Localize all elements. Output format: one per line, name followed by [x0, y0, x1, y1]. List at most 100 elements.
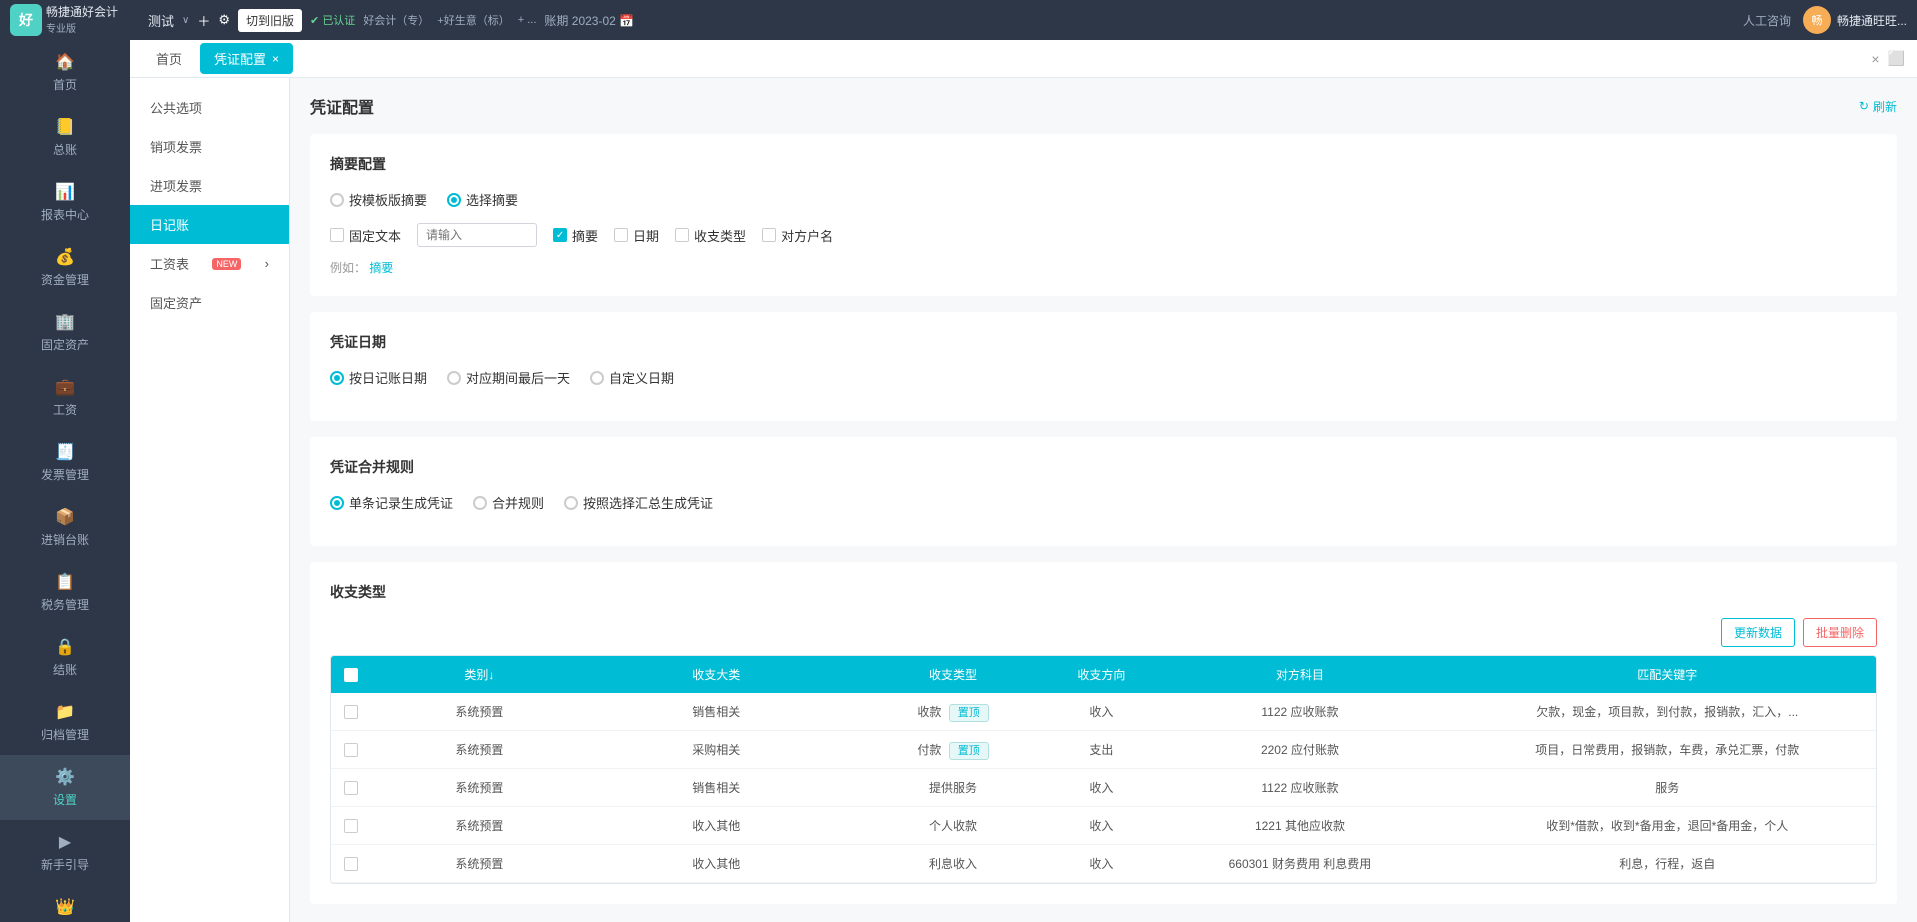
row2-checkbox[interactable]	[344, 781, 358, 795]
radio-template[interactable]: 按模板版摘要	[330, 190, 427, 209]
home-icon: 🏠	[55, 52, 75, 72]
checkbox-summary[interactable]: ✓ 摘要	[553, 226, 598, 245]
row1-check[interactable]	[331, 733, 371, 767]
sidebar-item-ledger[interactable]: 📒 总账	[0, 105, 130, 170]
sidebar-item-invoice[interactable]: 🧾 发票管理	[0, 430, 130, 495]
row2-check[interactable]	[331, 771, 371, 805]
radio-summary-generate[interactable]: 按照选择汇总生成凭证	[564, 493, 713, 512]
funds-icon: 💰	[55, 247, 75, 267]
row1-keyword: 项目，日常费用，报销款，车费，承兑汇票，付款	[1459, 731, 1877, 768]
sidebar-item-tax[interactable]: 📋 税务管理	[0, 560, 130, 625]
table-row: 系统预置 收入其他 利息收入 收入 660301 财务费用 利息费用 利息，行程…	[331, 845, 1876, 883]
th-keyword: 匹配关键字	[1459, 656, 1877, 693]
radio-single-label: 单条记录生成凭证	[349, 493, 453, 512]
add-icon[interactable]: ＋	[197, 11, 210, 30]
switch-version-btn[interactable]: 切到旧版	[238, 9, 302, 32]
sidebar-item-archive[interactable]: 📁 归档管理	[0, 690, 130, 755]
row1-type: 付款 置顶	[845, 731, 1062, 768]
window-maximize-btn[interactable]: ⬜	[1888, 50, 1905, 67]
certified-tag: ✔ 已认证	[310, 12, 355, 28]
voucher-date-radio-group: 按日记账日期 对应期间最后一天 自定义日期	[330, 368, 1877, 387]
type-checkbox-label: 收支类型	[694, 226, 746, 245]
row4-check[interactable]	[331, 847, 371, 881]
radio-custom-date[interactable]: 自定义日期	[590, 368, 674, 387]
sidebar-item-reports[interactable]: 📊 报表中心	[0, 170, 130, 235]
radio-single[interactable]: 单条记录生成凭证	[330, 493, 453, 512]
topbar-center: 测试 ∨ ＋ ⚙ 切到旧版 ✔ 已认证 好会计（专） +好生意（标） + ...…	[148, 9, 1735, 32]
summary-radio-group: 按模板版摘要 选择摘要	[330, 190, 1877, 209]
config-sidebar-salary-sheet[interactable]: 工资表 NEW ›	[130, 244, 289, 283]
sidebar-item-member[interactable]: 👑 畅会员	[0, 885, 130, 922]
sidebar-item-home[interactable]: 🏠 首页	[0, 40, 130, 105]
radio-journal-date[interactable]: 按日记账日期	[330, 368, 427, 387]
refresh-btn[interactable]: ↻ 刷新	[1859, 98, 1897, 115]
config-sidebar-sales[interactable]: 销项发票	[130, 127, 289, 166]
checkbox-date[interactable]: 日期	[614, 226, 659, 245]
table-row: 系统预置 销售相关 提供服务 收入 1122 应收账款 服务	[331, 769, 1876, 807]
date-checkbox-box[interactable]	[614, 228, 628, 242]
config-sidebar-sales-label: 销项发票	[150, 137, 202, 156]
type-checkbox-box[interactable]	[675, 228, 689, 242]
window-close-btn[interactable]: ×	[1871, 51, 1879, 67]
row0-checkbox[interactable]	[344, 705, 358, 719]
fixed-text-checkbox[interactable]	[330, 228, 344, 242]
settings-icon[interactable]: ⚙	[218, 12, 230, 28]
fixed-text-input[interactable]	[417, 223, 537, 247]
config-sidebar-purchase-inv[interactable]: 进项发票	[130, 166, 289, 205]
tab-close-icon[interactable]: ×	[272, 52, 279, 66]
row2-type: 提供服务	[845, 769, 1062, 806]
table-row: 系统预置 销售相关 收款 置顶 收入 1122 应收账款 欠款，现金，项目款，到…	[331, 693, 1876, 731]
th-check[interactable]: ✓	[331, 658, 371, 692]
sidebar-item-guide[interactable]: ▶ 新手引导	[0, 820, 130, 885]
checkbox-counterpart[interactable]: 对方户名	[762, 226, 833, 245]
radio-single-circle	[330, 496, 344, 510]
config-sidebar-fixed-assets-label: 固定资产	[150, 293, 202, 312]
checkbox-fixed-text[interactable]: 固定文本	[330, 226, 401, 245]
page-title: 凭证配置	[310, 94, 374, 118]
sidebar-item-salary[interactable]: 💼 工资	[0, 365, 130, 430]
topbar-right: 人工咨询 畅 畅捷通旺旺...	[1743, 6, 1907, 34]
counterpart-checkbox-label: 对方户名	[781, 226, 833, 245]
tab-bar-right: × ⬜	[1871, 50, 1905, 67]
new-badge: NEW	[212, 258, 241, 270]
sidebar-label-reports: 报表中心	[41, 206, 89, 223]
row3-check[interactable]	[331, 809, 371, 843]
period-label: 账期 2023-02 📅	[544, 12, 634, 29]
income-expense-section: 收支类型 更新数据 批量删除 ✓ 类别↓	[310, 562, 1897, 904]
radio-select[interactable]: 选择摘要	[447, 190, 518, 209]
row3-keyword: 收到*借款，收到*备用金，退回*备用金，个人	[1459, 807, 1877, 844]
member-icon: 👑	[55, 897, 75, 917]
radio-period-last[interactable]: 对应期间最后一天	[447, 368, 570, 387]
sidebar-label-guide: 新手引导	[41, 856, 89, 873]
salary-icon: 💼	[55, 377, 75, 397]
config-sidebar-public[interactable]: 公共选项	[130, 88, 289, 127]
config-sidebar-journal[interactable]: 日记账	[130, 205, 289, 244]
row4-checkbox[interactable]	[344, 857, 358, 871]
sidebar-item-funds[interactable]: 💰 资金管理	[0, 235, 130, 300]
tab-voucher-config[interactable]: 凭证配置 ×	[200, 43, 293, 74]
batch-delete-btn[interactable]: 批量删除	[1803, 618, 1877, 647]
row0-check[interactable]	[331, 695, 371, 729]
main-panel: 凭证配置 ↻ 刷新 摘要配置 按模板版摘要	[290, 78, 1917, 922]
summary-checkbox-box[interactable]: ✓	[553, 228, 567, 242]
update-data-btn[interactable]: 更新数据	[1721, 618, 1795, 647]
config-sidebar-fixed-assets[interactable]: 固定资产	[130, 283, 289, 322]
row3-checkbox[interactable]	[344, 819, 358, 833]
consult-link[interactable]: 人工咨询	[1743, 12, 1791, 29]
tab-home[interactable]: 首页	[142, 43, 196, 74]
sidebar-item-settings[interactable]: ⚙️ 设置	[0, 755, 130, 820]
row1-checkbox[interactable]	[344, 743, 358, 757]
project-dropdown-icon[interactable]: ∨	[182, 15, 189, 26]
inner-content: 公共选项 销项发票 进项发票 日记账 工资表 NEW › 固定资产	[130, 78, 1917, 922]
sidebar-label-close: 结账	[53, 661, 77, 678]
radio-period-last-label: 对应期间最后一天	[466, 368, 570, 387]
radio-merge[interactable]: 合并规则	[473, 493, 544, 512]
checkbox-type[interactable]: 收支类型	[675, 226, 746, 245]
logo-text: 畅捷通好会计 专业版	[46, 5, 118, 34]
sidebar-item-close[interactable]: 🔒 结账	[0, 625, 130, 690]
sidebar-item-assets[interactable]: 🏢 固定资产	[0, 300, 130, 365]
table-row: 系统预置 收入其他 个人收款 收入 1221 其他应收款 收到*借款，收到*备用…	[331, 807, 1876, 845]
select-all-checkbox[interactable]: ✓	[344, 668, 358, 682]
sidebar-item-purchase[interactable]: 📦 进销台账	[0, 495, 130, 560]
counterpart-checkbox-box[interactable]	[762, 228, 776, 242]
